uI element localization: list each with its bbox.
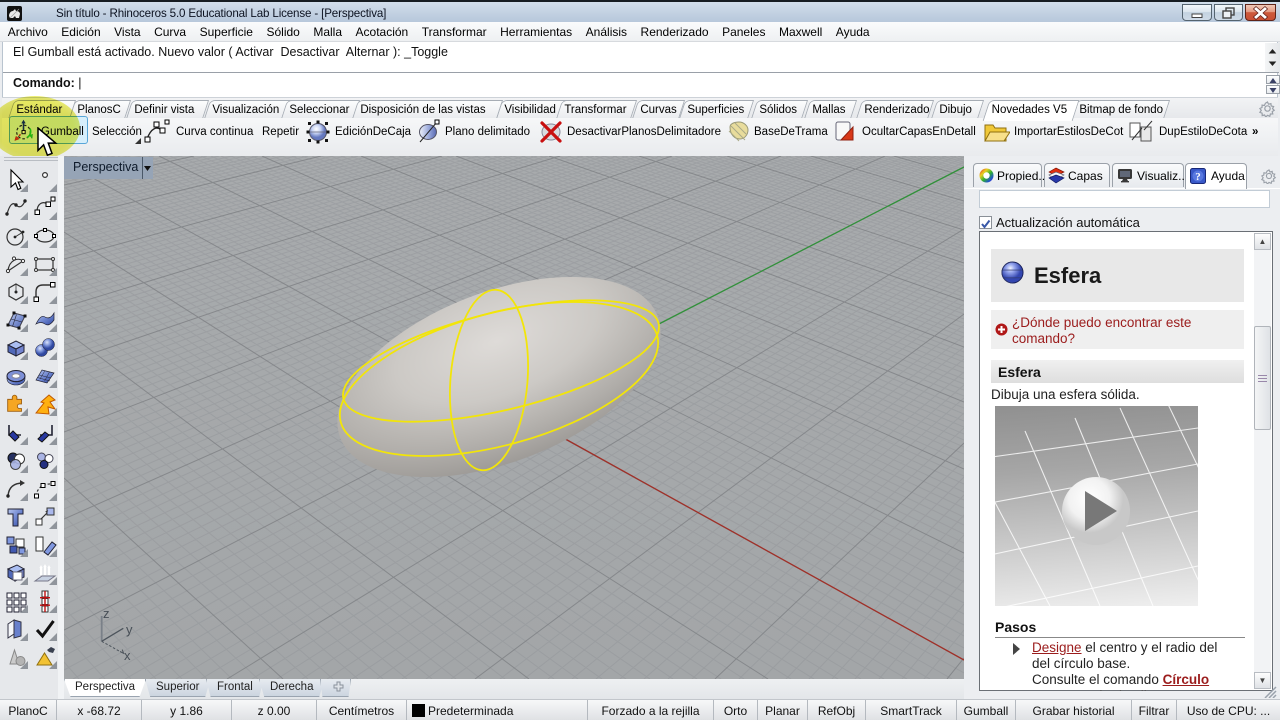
svg-text:y: y bbox=[126, 622, 133, 637]
svg-text:z: z bbox=[103, 606, 110, 621]
svg-text:?: ? bbox=[1195, 171, 1201, 183]
svg-text:x: x bbox=[124, 648, 131, 663]
